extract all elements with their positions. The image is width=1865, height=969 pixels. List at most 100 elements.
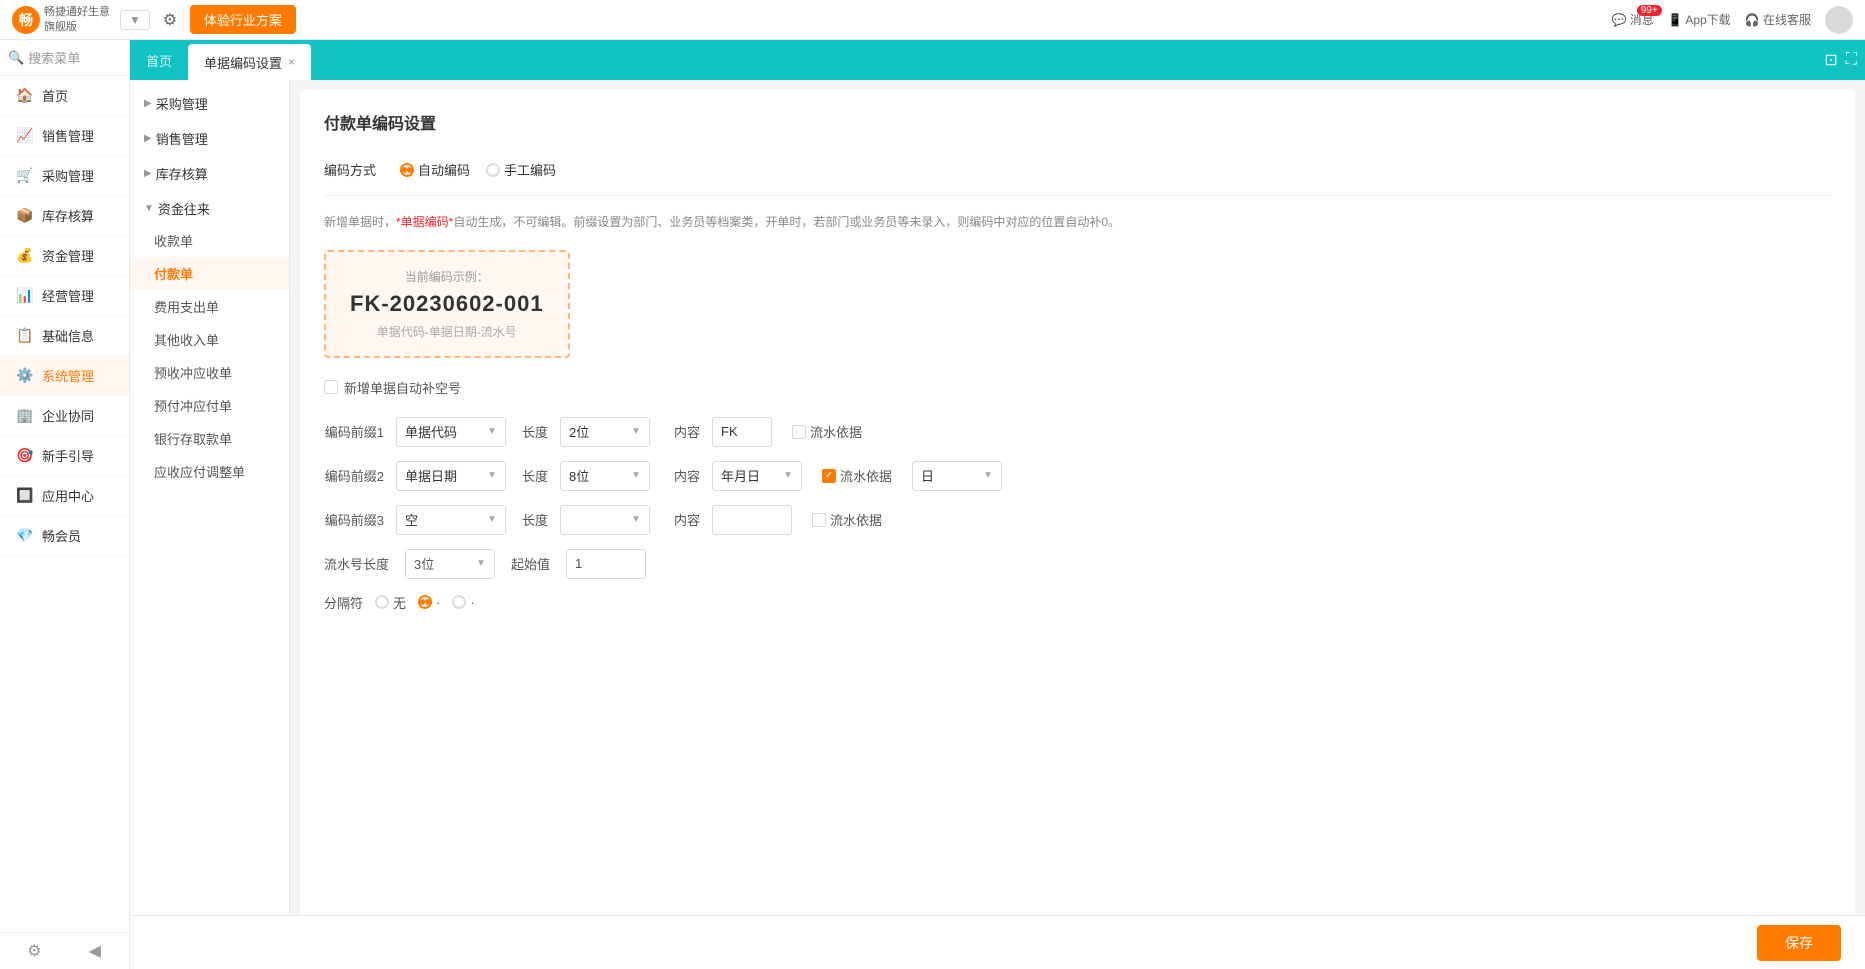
sub-item-receipt[interactable]: 收款单 <box>130 224 289 257</box>
sidebar-item-member[interactable]: 💎 畅会员 <box>0 516 129 556</box>
finance-icon: 💰 <box>16 247 34 265</box>
prefix3-content-input[interactable] <box>712 505 792 535</box>
sub-item-prepay-recv[interactable]: 预收冲应收单 <box>130 356 289 389</box>
prefix3-length-select[interactable]: ▼ <box>560 505 650 535</box>
sub-item-ap-adjust[interactable]: 应收应付调整单 <box>130 455 289 488</box>
prefix2-type-select[interactable]: 单据日期 ▼ <box>396 461 506 491</box>
sidebar-item-inventory[interactable]: 📦 库存核算 <box>0 196 129 236</box>
prefix2-stream-checkbox[interactable]: ✓ 流水依据 <box>822 466 892 485</box>
logo-icon: 畅 <box>12 6 40 34</box>
member-icon: 💎 <box>16 527 34 545</box>
sidebar-item-newguide[interactable]: 🎯 新手引导 <box>0 436 129 476</box>
tab-expand[interactable]: ⊡ ⛶ <box>1824 50 1865 70</box>
serial-start-input[interactable]: 1 <box>566 549 646 579</box>
company-icon: 🏢 <box>16 407 34 425</box>
save-button[interactable]: 保存 <box>1757 925 1841 961</box>
prefix2-stream-check[interactable]: ✓ <box>822 469 836 483</box>
separator-dash-radio <box>452 595 466 609</box>
user-avatar[interactable] <box>1825 6 1853 34</box>
sidebar-collapse-btn[interactable]: ◀ <box>69 941 122 961</box>
sub-group-capital: ▼ 资金往来 收款单 付款单 费用支出单 其他收入单 预收冲应收单 预付冲应付单… <box>130 193 289 488</box>
sub-item-payment[interactable]: 付款单 <box>130 257 289 290</box>
sidebar-item-finance[interactable]: 💰 资金管理 <box>0 236 129 276</box>
search-icon: 🔍 <box>8 50 24 66</box>
prefix1-label: 编码前缀1 <box>324 422 384 441</box>
auto-encode-radio-circle <box>400 163 414 177</box>
prefix2-period-select[interactable]: 日 ▼ <box>912 461 1002 491</box>
separator-row: 分隔符 无 · · <box>324 593 1831 612</box>
sub-group-title-inventory[interactable]: ▶ 库存核算 <box>130 158 289 189</box>
chevron-down-icon: ▼ <box>631 470 641 481</box>
chevron-down-icon: ▼ <box>783 470 793 481</box>
sidebar-item-basic[interactable]: 📋 基础信息 <box>0 316 129 356</box>
app-download[interactable]: 📱 App下载 <box>1668 11 1731 28</box>
sidebar-item-sales[interactable]: 📈 销售管理 <box>0 116 129 156</box>
prefix2-row: 编码前缀2 单据日期 ▼ 长度 8位 ▼ 内容 年月日 ▼ <box>324 461 1831 491</box>
separator-label: 分隔符 <box>324 593 363 612</box>
prefix1-type-select[interactable]: 单据代码 ▼ <box>396 417 506 447</box>
purchase-icon: 🛒 <box>16 167 34 185</box>
chevron-down-icon: ▼ <box>476 558 486 569</box>
sub-group-inventory: ▶ 库存核算 <box>130 158 289 189</box>
prefix3-content-label: 内容 <box>674 510 700 529</box>
main-panel: 付款单编码设置 编码方式 自动编码 手工编码 <box>300 90 1855 915</box>
sub-group-title-purchase[interactable]: ▶ 采购管理 <box>130 88 289 119</box>
prefix3-length-label: 长度 <box>522 510 548 529</box>
trial-button[interactable]: 体验行业方案 <box>190 5 296 34</box>
sub-item-prepay-pay[interactable]: 预付冲应付单 <box>130 389 289 422</box>
arrow-icon: ▼ <box>144 203 154 214</box>
prefix2-length-select[interactable]: 8位 ▼ <box>560 461 650 491</box>
prefix1-stream-check[interactable] <box>792 425 806 439</box>
sub-group-title-sales[interactable]: ▶ 销售管理 <box>130 123 289 154</box>
expand-icon: ⊡ <box>1824 50 1837 70</box>
sub-group-title-capital[interactable]: ▼ 资金往来 <box>130 193 289 224</box>
sub-item-bank-dep[interactable]: 银行存取款单 <box>130 422 289 455</box>
tab-close-icon[interactable]: × <box>288 55 295 69</box>
prefix3-type-select[interactable]: 空 ▼ <box>396 505 506 535</box>
tab-active[interactable]: 单据编码设置 × <box>188 44 311 80</box>
company-dropdown[interactable]: ▼ <box>120 10 150 30</box>
prefix3-label: 编码前缀3 <box>324 510 384 529</box>
sidebar-item-purchase[interactable]: 🛒 采购管理 <box>0 156 129 196</box>
serial-length-label: 流水号长度 <box>324 554 389 573</box>
serial-length-select[interactable]: 3位 ▼ <box>405 549 495 579</box>
prefix2-label: 编码前缀2 <box>324 466 384 485</box>
separator-dot-radio <box>418 595 432 609</box>
settings-icon[interactable]: ⚙ <box>156 6 184 34</box>
chevron-down-icon: ▼ <box>983 470 993 481</box>
sidebar-search[interactable]: 🔍 搜索菜单 <box>0 40 129 76</box>
sidebar-item-appstore[interactable]: 🔲 应用中心 <box>0 476 129 516</box>
sidebar-item-home[interactable]: 🏠 首页 <box>0 76 129 116</box>
prefix1-content-input[interactable]: FK <box>712 417 772 447</box>
auto-encode-radio[interactable]: 自动编码 <box>400 160 470 179</box>
nav-tabs: 首页 单据编码设置 × ⊡ ⛶ <box>130 40 1865 80</box>
encode-type-label: 编码方式 <box>324 160 376 179</box>
sub-item-expense[interactable]: 费用支出单 <box>130 290 289 323</box>
tab-home[interactable]: 首页 <box>130 40 188 80</box>
fullscreen-icon: ⛶ <box>1846 51 1857 69</box>
prefix2-content-select[interactable]: 年月日 ▼ <box>712 461 802 491</box>
sub-item-income[interactable]: 其他收入单 <box>130 323 289 356</box>
prefix3-stream-checkbox[interactable]: 流水依据 <box>812 510 882 529</box>
auto-fill-checkbox[interactable] <box>324 380 338 394</box>
sidebar-item-system[interactable]: ⚙️ 系统管理 <box>0 356 129 396</box>
manual-encode-radio[interactable]: 手工编码 <box>486 160 556 179</box>
prefix3-stream-check[interactable] <box>812 513 826 527</box>
separator-dot[interactable]: · <box>418 595 440 610</box>
separator-dash[interactable]: · <box>452 595 474 610</box>
sidebar-settings-btn[interactable]: ⚙ <box>8 941 61 961</box>
serial-row: 流水号长度 3位 ▼ 起始值 1 <box>324 549 1831 579</box>
sub-group-sales: ▶ 销售管理 <box>130 123 289 154</box>
chevron-down-icon: ▼ <box>487 470 497 481</box>
info-text: 新增单据时，*单据编码*自动生成，不可编辑。前缀设置为部门、业务员等档案类，开单… <box>324 212 1831 234</box>
sidebar-item-company[interactable]: 🏢 企业协同 <box>0 396 129 436</box>
topbar-controls: ▼ ⚙ 体验行业方案 <box>120 5 296 34</box>
message-badge[interactable]: 💬 消息 99+ <box>1612 11 1654 28</box>
separator-none[interactable]: 无 <box>375 593 406 612</box>
arrow-icon: ▶ <box>144 133 152 144</box>
sidebar-item-operation[interactable]: 📊 经营管理 <box>0 276 129 316</box>
prefix1-length-select[interactable]: 2位 ▼ <box>560 417 650 447</box>
prefix1-stream-checkbox[interactable]: 流水依据 <box>792 422 862 441</box>
online-service[interactable]: 🎧 在线客服 <box>1745 11 1811 28</box>
main-container: 🔍 搜索菜单 🏠 首页 📈 销售管理 🛒 采购管理 📦 库存核算 💰 资金管理 … <box>0 40 1865 969</box>
